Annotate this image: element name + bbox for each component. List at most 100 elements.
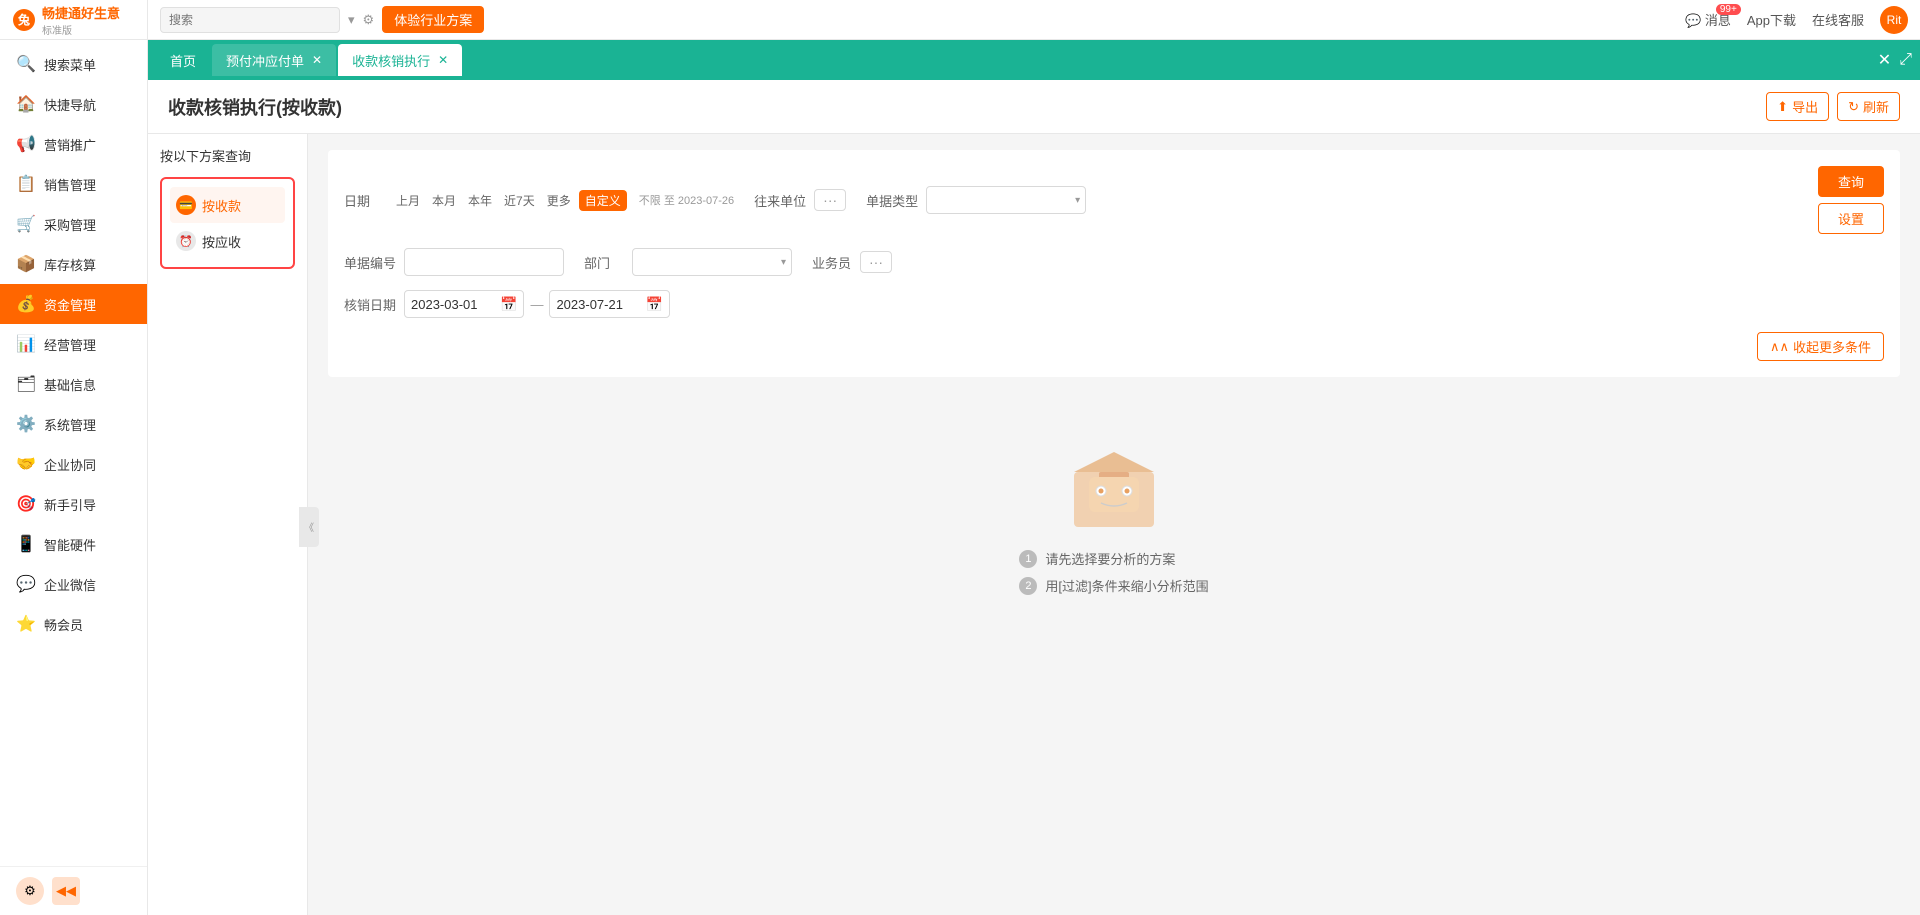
sidebar-item-label: 企业协同 (44, 455, 96, 474)
sidebar-item-purchase[interactable]: 🛒 采购管理 (0, 204, 147, 244)
sidebar-item-basic-info[interactable]: 🗂 基础信息 (0, 364, 147, 404)
date-sub-label: 不限 至 2023-07-26 (639, 192, 734, 208)
tab-home-label: 首页 (170, 51, 196, 70)
sidebar-settings-icon[interactable]: ⚙ (16, 877, 44, 905)
date-btn-7days[interactable]: 近7天 (500, 190, 539, 211)
bill-no-label: 单据编号 (344, 253, 396, 272)
filter-panel-collapse-button[interactable]: 《 (299, 507, 319, 547)
svg-text:兔: 兔 (17, 12, 30, 27)
sidebar-nav: 🔍 搜索菜单 🏠 快捷导航 📢 营销推广 📋 销售管理 🛒 采购管理 📦 库存核… (0, 40, 147, 866)
collapse-more-button[interactable]: ∧∧ 收起更多条件 (1757, 332, 1884, 361)
sidebar-item-search-menu[interactable]: 🔍 搜索菜单 (0, 44, 147, 84)
tab-bar: 首页 预付冲应付单 ✕ 收款核销执行 ✕ ✕ ⤢ (148, 40, 1920, 80)
by-receivable-icon: ⏰ (176, 231, 196, 251)
tab-receipt-label: 收款核销执行 (352, 51, 430, 70)
tab-expand-icon[interactable]: ⤢ (1899, 51, 1912, 69)
date-btn-this-year[interactable]: 本年 (464, 190, 496, 211)
sidebar-item-finance[interactable]: 💰 资金管理 (0, 284, 147, 324)
form-row-1: 日期 上月 本月 本年 近7天 更多 自定义 不限 至 2023-07-26 (344, 166, 1884, 234)
sidebar-item-member[interactable]: ⭐ 畅会员 (0, 604, 147, 644)
by-receipt-icon: 💳 (176, 195, 196, 215)
form-row-2: 单据编号 部门 ▾ 业务员 ··· (344, 248, 1884, 276)
tab-bar-right-actions: ✕ ⤢ (1878, 50, 1912, 70)
sidebar-logo: 兔 畅捷通好生意 标准版 (0, 0, 147, 40)
app-download-link[interactable]: App下载 (1747, 10, 1796, 29)
sidebar-item-quick-nav[interactable]: 🏠 快捷导航 (0, 84, 147, 124)
export-icon: ⬆ (1777, 99, 1788, 115)
sidebar-item-hardware[interactable]: 📱 智能硬件 (0, 524, 147, 564)
verify-date-end-calendar-icon[interactable]: 📅 (645, 296, 662, 313)
verify-date-start-box: 📅 (404, 290, 524, 318)
sidebar-item-system[interactable]: ⚙️ 系统管理 (0, 404, 147, 444)
quick-nav-icon: 🏠 (16, 94, 36, 114)
tab-prepay[interactable]: 预付冲应付单 ✕ (212, 44, 336, 76)
filter-option-by-receipt[interactable]: 💳 按收款 (170, 187, 285, 223)
system-icon: ⚙️ (16, 414, 36, 434)
sidebar-item-enterprise[interactable]: 🤝 企业协同 (0, 444, 147, 484)
date-btn-this-month[interactable]: 本月 (428, 190, 460, 211)
empty-hint-1: 1 请先选择要分析的方案 (1019, 549, 1208, 568)
sidebar-item-marketing[interactable]: 📢 营销推广 (0, 124, 147, 164)
salesperson-label: 业务员 (812, 253, 852, 272)
refresh-icon: ↻ (1848, 99, 1859, 115)
salesperson-select-button[interactable]: ··· (860, 251, 892, 273)
sidebar-item-weixin[interactable]: 💬 企业微信 (0, 564, 147, 604)
sidebar-collapse-button[interactable]: ◀◀ (52, 877, 80, 905)
counterparty-select-button[interactable]: ··· (814, 189, 846, 211)
bill-type-label: 单据类型 (866, 191, 918, 210)
hardware-icon: 📱 (16, 534, 36, 554)
setting-button[interactable]: 设置 (1818, 203, 1884, 234)
sidebar-item-inventory[interactable]: 📦 库存核算 (0, 244, 147, 284)
empty-hint-2: 2 用[过滤]条件来缩小分析范围 (1019, 576, 1208, 595)
verify-date-end-input[interactable] (556, 297, 641, 312)
search-input[interactable] (160, 7, 340, 33)
online-service-link[interactable]: 在线客服 (1812, 10, 1864, 29)
filter-option-by-receivable[interactable]: ⏰ 按应收 (170, 223, 285, 259)
bill-no-field: 单据编号 (344, 248, 564, 276)
sidebar-item-label: 智能硬件 (44, 535, 96, 554)
collapse-up-icon: ∧∧ (1770, 339, 1789, 355)
refresh-button[interactable]: ↻ 刷新 (1837, 92, 1900, 121)
dropdown-icon[interactable]: ▾ (348, 12, 355, 28)
salesperson-field: 业务员 ··· (812, 251, 892, 273)
filter-option-receivable-label: 按应收 (202, 232, 241, 251)
bill-type-select[interactable] (926, 186, 1086, 214)
date-btn-last-month[interactable]: 上月 (392, 190, 424, 211)
empty-num-1: 1 (1019, 550, 1037, 568)
date-field: 日期 上月 本月 本年 近7天 更多 自定义 不限 至 2023-07-26 (344, 190, 734, 211)
tab-home[interactable]: 首页 (156, 44, 210, 76)
empty-state-illustration (1054, 437, 1174, 537)
tab-close-all-icon[interactable]: ✕ (1878, 50, 1891, 70)
bill-no-input[interactable] (404, 248, 564, 276)
sidebar-item-guide[interactable]: 🎯 新手引导 (0, 484, 147, 524)
query-button[interactable]: 查询 (1818, 166, 1884, 197)
gear-icon[interactable]: ⚙ (363, 12, 375, 28)
verify-date-label: 核销日期 (344, 295, 396, 314)
sidebar: 兔 畅捷通好生意 标准版 🔍 搜索菜单 🏠 快捷导航 📢 营销推广 📋 销售管理… (0, 0, 148, 915)
tab-receipt-close-icon[interactable]: ✕ (438, 53, 448, 67)
tab-receipt[interactable]: 收款核销执行 ✕ (338, 44, 462, 76)
counterparty-label: 往来单位 (754, 191, 806, 210)
industry-solution-button[interactable]: 体验行业方案 (382, 6, 484, 33)
verify-date-start-input[interactable] (411, 297, 496, 312)
query-form: 日期 上月 本月 本年 近7天 更多 自定义 不限 至 2023-07-26 (328, 150, 1900, 377)
top-right-actions: 💬 消息 99+ App下载 在线客服 Rit (1685, 6, 1908, 34)
tab-prepay-label: 预付冲应付单 (226, 51, 304, 70)
collapse-more-btn-area: ∧∧ 收起更多条件 (344, 332, 1884, 361)
sidebar-item-operations[interactable]: 📊 经营管理 (0, 324, 147, 364)
sidebar-item-sales[interactable]: 📋 销售管理 (0, 164, 147, 204)
department-label: 部门 (584, 253, 624, 272)
tab-prepay-close-icon[interactable]: ✕ (312, 53, 322, 67)
export-button[interactable]: ⬆ 导出 (1766, 92, 1829, 121)
empty-state-text: 1 请先选择要分析的方案 2 用[过滤]条件来缩小分析范围 (1019, 549, 1208, 595)
message-label: 消息 (1705, 13, 1731, 28)
date-btn-more[interactable]: 更多 (543, 190, 575, 211)
weixin-icon: 💬 (16, 574, 36, 594)
date-btn-custom[interactable]: 自定义 (579, 190, 627, 211)
user-avatar[interactable]: Rit (1880, 6, 1908, 34)
message-icon[interactable]: 💬 消息 99+ (1685, 10, 1731, 29)
department-select[interactable] (632, 248, 792, 276)
verify-date-start-calendar-icon[interactable]: 📅 (500, 296, 517, 313)
app-badge: 标准版 (42, 22, 120, 37)
sidebar-item-label: 快捷导航 (44, 95, 96, 114)
